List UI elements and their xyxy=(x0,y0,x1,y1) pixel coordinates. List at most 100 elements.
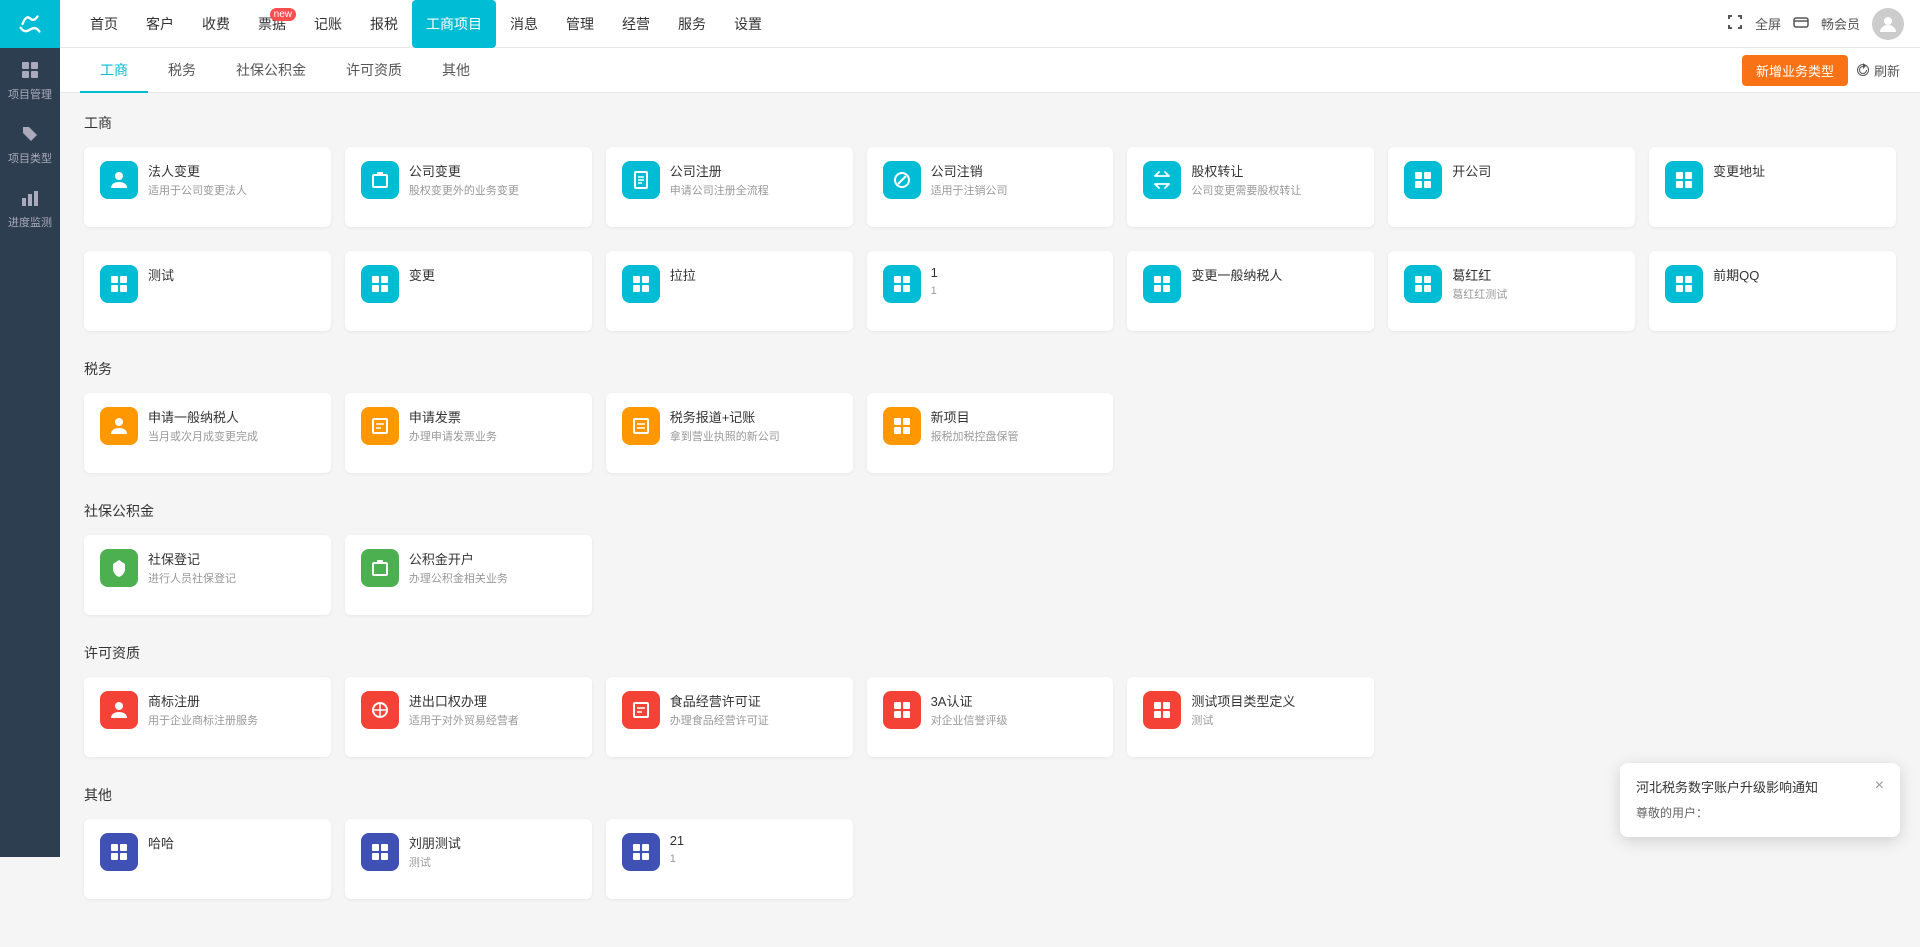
card-apply-tax[interactable]: 申请一般纳税人 当月或次月成变更完成 xyxy=(84,393,331,473)
card-icon xyxy=(361,549,399,587)
card-icon xyxy=(100,833,138,871)
card-icon xyxy=(622,161,660,199)
subtab-industry[interactable]: 工商 xyxy=(80,48,148,93)
industry-section: 工商 法人变更 适用于公司变更法人 xyxy=(84,113,1896,331)
card-change-address[interactable]: 变更地址 xyxy=(1649,147,1896,227)
card-desc: 用于企业商标注册服务 xyxy=(148,714,315,729)
card-company-change[interactable]: 公司变更 股权变更外的业务变更 xyxy=(345,147,592,227)
sidebar-item-project-type[interactable]: 项目类型 xyxy=(0,112,60,176)
refresh-label: 刷新 xyxy=(1874,61,1900,80)
card-early-qq[interactable]: 前期QQ xyxy=(1649,251,1896,331)
card-ha-ha[interactable]: 哈哈 xyxy=(84,819,331,899)
card-icon xyxy=(622,265,660,303)
card-icon xyxy=(361,833,399,871)
add-business-type-button[interactable]: 新增业务类型 xyxy=(1742,55,1848,86)
card-desc: 办理食品经营许可证 xyxy=(670,714,837,729)
nav-invoice[interactable]: 票据 new xyxy=(244,0,300,48)
subtab-tax[interactable]: 税务 xyxy=(148,48,216,93)
card-desc: 适用于对外贸易经营者 xyxy=(409,714,576,729)
nav-settings[interactable]: 设置 xyxy=(720,0,776,48)
card-name: 食品经营许可证 xyxy=(670,691,837,710)
card-change[interactable]: 变更 xyxy=(345,251,592,331)
card-equity-transfer[interactable]: 股权转让 公司变更需要股权转让 xyxy=(1127,147,1374,227)
nav-home[interactable]: 首页 xyxy=(76,0,132,48)
card-item-21[interactable]: 21 1 xyxy=(606,819,853,899)
card-icon xyxy=(883,691,921,729)
card-liu-pei[interactable]: 刘朋测试 测试 xyxy=(345,819,592,899)
card-name: 前期QQ xyxy=(1713,265,1880,284)
refresh-button[interactable]: 刷新 xyxy=(1856,55,1900,86)
card-test-type[interactable]: 测试项目类型定义 测试 xyxy=(1127,677,1374,757)
sidebar: 项目管理 项目类型 进度监测 xyxy=(0,0,60,857)
nav-tax[interactable]: 报税 xyxy=(356,0,412,48)
card-tax-report[interactable]: 税务报道+记账 拿到营业执照的新公司 xyxy=(606,393,853,473)
card-fund-open[interactable]: 公积金开户 办理公积金相关业务 xyxy=(345,535,592,615)
card-desc: 申请公司注册全流程 xyxy=(670,184,837,199)
membership-label[interactable]: 畅会员 xyxy=(1821,14,1860,33)
subtab-license[interactable]: 许可资质 xyxy=(326,48,422,93)
card-icon xyxy=(361,265,399,303)
card-icon xyxy=(1665,265,1703,303)
top-nav: 首页 客户 收费 票据 new 记账 报税 工商项目 消息 管理 经营 服务 设… xyxy=(60,0,1920,48)
card-desc: 拿到营业执照的新公司 xyxy=(670,430,837,445)
card-name: 公司变更 xyxy=(409,161,576,180)
card-social-reg[interactable]: 社保登记 进行人员社保登记 xyxy=(84,535,331,615)
card-name: 测试项目类型定义 xyxy=(1191,691,1358,710)
card-legal-change[interactable]: 法人变更 适用于公司变更法人 xyxy=(84,147,331,227)
card-name: 进出口权办理 xyxy=(409,691,576,710)
card-food-permit[interactable]: 食品经营许可证 办理食品经营许可证 xyxy=(606,677,853,757)
sidebar-logo[interactable] xyxy=(0,0,60,48)
card-company-reg[interactable]: 公司注册 申请公司注册全流程 xyxy=(606,147,853,227)
card-icon xyxy=(361,691,399,729)
card-item-1[interactable]: 1 1 xyxy=(867,251,1114,331)
card-company-cancel[interactable]: 公司注销 适用于注销公司 xyxy=(867,147,1114,227)
card-name: 社保登记 xyxy=(148,549,315,568)
card-icon xyxy=(361,161,399,199)
license-cards: 商标注册 用于企业商标注册服务 进出口权办理 适用于对外贸易经营者 xyxy=(84,677,1896,757)
nav-industry[interactable]: 工商项目 xyxy=(412,0,496,48)
sidebar-item-project-mgmt[interactable]: 项目管理 xyxy=(0,48,60,112)
fullscreen-label[interactable]: 全屏 xyxy=(1755,14,1781,33)
sidebar-item-progress[interactable]: 进度监测 xyxy=(0,176,60,240)
nav-service[interactable]: 服务 xyxy=(664,0,720,48)
card-icon xyxy=(1404,161,1442,199)
sub-tabs: 工商 税务 社保公积金 许可资质 其他 新增业务类型 刷新 xyxy=(60,48,1920,93)
card-ge-honghong[interactable]: 葛红红 葛红红测试 xyxy=(1388,251,1635,331)
card-icon xyxy=(1404,265,1442,303)
subtab-other[interactable]: 其他 xyxy=(422,48,490,93)
nav-accounts[interactable]: 记账 xyxy=(300,0,356,48)
nav-messages[interactable]: 消息 xyxy=(496,0,552,48)
card-new-project[interactable]: 新项目 报税加税控盘保管 xyxy=(867,393,1114,473)
nav-client[interactable]: 客户 xyxy=(132,0,188,48)
fullscreen-btn[interactable] xyxy=(1727,14,1743,33)
card-desc: 葛红红测试 xyxy=(1452,288,1619,303)
card-import-export[interactable]: 进出口权办理 适用于对外贸易经营者 xyxy=(345,677,592,757)
grid-icon xyxy=(18,58,42,82)
user-avatar[interactable] xyxy=(1872,8,1904,40)
card-trademark[interactable]: 商标注册 用于企业商标注册服务 xyxy=(84,677,331,757)
subtab-social[interactable]: 社保公积金 xyxy=(216,48,326,93)
industry-cards-row1: 法人变更 适用于公司变更法人 公司变更 股权变更外的业务变更 xyxy=(84,147,1896,227)
card-name: 刘朋测试 xyxy=(409,833,576,852)
card-name: 变更地址 xyxy=(1713,161,1880,180)
card-apply-invoice[interactable]: 申请发票 办理申请发票业务 xyxy=(345,393,592,473)
license-section-title: 许可资质 xyxy=(84,643,1896,663)
card-icon xyxy=(100,549,138,587)
card-desc: 办理申请发票业务 xyxy=(409,430,576,445)
card-desc: 办理公积金相关业务 xyxy=(409,572,576,587)
card-icon xyxy=(1143,265,1181,303)
card-name: 拉拉 xyxy=(670,265,837,284)
card-open-company[interactable]: 开公司 xyxy=(1388,147,1635,227)
notification-close-button[interactable]: × xyxy=(1875,777,1884,795)
card-icon xyxy=(100,407,138,445)
tax-section-title: 税务 xyxy=(84,359,1896,379)
nav-finance[interactable]: 经营 xyxy=(608,0,664,48)
card-desc: 适用于注销公司 xyxy=(931,184,1098,199)
card-test[interactable]: 测试 xyxy=(84,251,331,331)
card-change-tax[interactable]: 变更一般纳税人 xyxy=(1127,251,1374,331)
card-name: 变更 xyxy=(409,265,576,284)
card-3a-cert[interactable]: 3A认证 对企业信誉评级 xyxy=(867,677,1114,757)
nav-billing[interactable]: 收费 xyxy=(188,0,244,48)
nav-manage[interactable]: 管理 xyxy=(552,0,608,48)
card-lala[interactable]: 拉拉 xyxy=(606,251,853,331)
